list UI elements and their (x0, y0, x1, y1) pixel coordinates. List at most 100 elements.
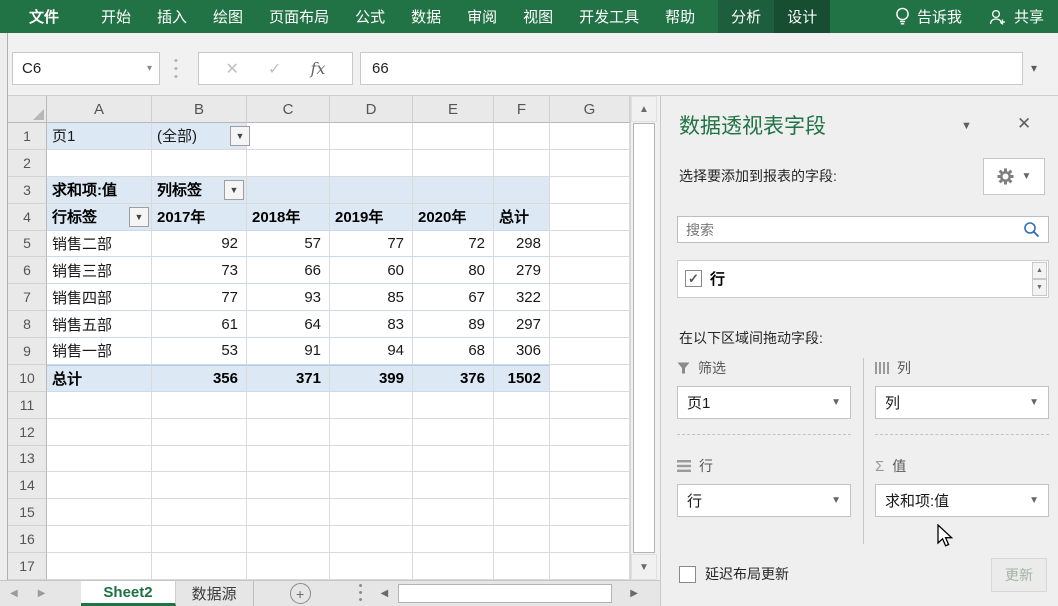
cell-G9[interactable] (550, 338, 630, 365)
horizontal-scroll-thumb[interactable] (398, 584, 612, 603)
cell-A4[interactable]: 行标签 ▼ (47, 203, 152, 231)
cell-B7[interactable]: 77 (152, 284, 247, 312)
cell-A3[interactable]: 求和项:值 (47, 176, 152, 204)
cell-E16[interactable] (413, 526, 494, 553)
expand-formula-bar-icon[interactable]: ▾ (1031, 61, 1037, 75)
cell-F9[interactable]: 306 (494, 338, 550, 365)
cell-C13[interactable] (247, 445, 330, 473)
cell-filter-dropdown-icon[interactable]: ▼ (224, 179, 244, 200)
cell-E17[interactable] (413, 553, 494, 580)
cell-F15[interactable] (494, 499, 550, 527)
tabbar-splitter[interactable]: • • • (359, 581, 363, 606)
cell-C1[interactable] (247, 123, 330, 150)
checkbox-checked-icon[interactable]: ✓ (685, 270, 702, 287)
cell-G11[interactable] (550, 391, 630, 419)
cell-B6[interactable]: 73 (152, 257, 247, 285)
cell-B2[interactable] (152, 149, 247, 177)
cell-F3[interactable] (494, 176, 550, 204)
row-header[interactable]: 2 (8, 149, 47, 177)
row-header[interactable]: 10 (8, 364, 47, 392)
field-item-row[interactable]: ✓ 行 (678, 261, 1048, 289)
column-header[interactable]: F (494, 96, 550, 123)
cell-G3[interactable] (550, 176, 630, 204)
row-header[interactable]: 13 (8, 445, 47, 473)
spin-up-icon[interactable]: ▲ (1032, 262, 1047, 279)
cell-E6[interactable]: 80 (413, 257, 494, 285)
cell-C14[interactable] (247, 472, 330, 500)
cell-A7[interactable]: 销售四部 (47, 284, 152, 312)
row-header[interactable]: 4 (8, 203, 47, 231)
cell-filter-dropdown-icon[interactable]: ▼ (129, 206, 149, 227)
cell-D8[interactable]: 83 (330, 311, 413, 338)
cell-G12[interactable] (550, 418, 630, 446)
cell-F10[interactable]: 1502 (494, 364, 550, 392)
cell-E13[interactable] (413, 445, 494, 473)
new-sheet-button[interactable]: + (289, 583, 311, 604)
values-area-item[interactable]: 求和项:值 ▼ (875, 484, 1049, 517)
horizontal-scrollbar[interactable]: ◀ ▶ (374, 581, 660, 606)
cell-F1[interactable] (494, 123, 550, 150)
row-header[interactable]: 7 (8, 284, 47, 312)
ribbon-tab[interactable]: 文件 (16, 0, 72, 33)
cell-D4[interactable]: 2019年 (330, 203, 413, 231)
cell-A17[interactable] (47, 553, 152, 580)
ribbon-tab[interactable]: 视图 (510, 0, 566, 33)
row-header[interactable]: 5 (8, 230, 47, 258)
cell-C7[interactable]: 93 (247, 284, 330, 312)
search-icon[interactable] (1023, 221, 1040, 238)
row-header[interactable]: 8 (8, 311, 47, 338)
cell-B4[interactable]: 2017年 (152, 203, 247, 231)
ribbon-tab[interactable]: 开始 (88, 0, 144, 33)
cell-F8[interactable]: 297 (494, 311, 550, 338)
cell-A16[interactable] (47, 526, 152, 553)
cell-C12[interactable] (247, 418, 330, 446)
row-header[interactable]: 15 (8, 499, 47, 527)
cell-G15[interactable] (550, 499, 630, 527)
cell-B11[interactable] (152, 391, 247, 419)
cell-A8[interactable]: 销售五部 (47, 311, 152, 338)
filters-area-item[interactable]: 页1 ▼ (677, 386, 851, 419)
columns-area-item[interactable]: 列 ▼ (875, 386, 1049, 419)
column-header[interactable]: E (413, 96, 494, 123)
cell-C9[interactable]: 91 (247, 338, 330, 365)
column-header[interactable]: C (247, 96, 330, 123)
cell-F5[interactable]: 298 (494, 230, 550, 258)
cell-F7[interactable]: 322 (494, 284, 550, 312)
cell-C4[interactable]: 2018年 (247, 203, 330, 231)
cell-F13[interactable] (494, 445, 550, 473)
prev-sheet-icon[interactable]: ◀ (0, 581, 28, 606)
cell-F12[interactable] (494, 418, 550, 446)
cell-B12[interactable] (152, 418, 247, 446)
field-list-spinner[interactable]: ▲ ▼ (1032, 262, 1047, 296)
ribbon-tab[interactable]: 公式 (342, 0, 398, 33)
cell-F4[interactable]: 总计 (494, 203, 550, 231)
rows-area-item[interactable]: 行 ▼ (677, 484, 851, 517)
cell-E3[interactable] (413, 176, 494, 204)
row-header[interactable]: 12 (8, 418, 47, 446)
row-header[interactable]: 11 (8, 391, 47, 419)
name-box-dropdown-icon[interactable]: ▾ (147, 63, 152, 74)
scroll-up-icon[interactable]: ▲ (631, 96, 657, 122)
cell-G16[interactable] (550, 526, 630, 553)
cell-B9[interactable]: 53 (152, 338, 247, 365)
cell-C3[interactable] (247, 176, 330, 204)
cancel-entry-icon[interactable]: ✕ (226, 59, 239, 79)
cell-B14[interactable] (152, 472, 247, 500)
cell-G8[interactable] (550, 311, 630, 338)
cell-A1[interactable]: 页1 (47, 123, 152, 150)
tab-design[interactable]: 设计 (774, 0, 831, 33)
cell-D1[interactable] (330, 123, 413, 150)
checkbox-unchecked-icon[interactable]: ✓ (679, 565, 696, 583)
ribbon-tab[interactable]: 页面布局 (256, 0, 342, 33)
formula-bar-splitter[interactable]: • • • (174, 56, 178, 83)
cell-G13[interactable] (550, 445, 630, 473)
cell-D5[interactable]: 77 (330, 230, 413, 258)
cell-G1[interactable] (550, 123, 630, 150)
tab-analyze[interactable]: 分析 (718, 0, 774, 33)
cell-G14[interactable] (550, 472, 630, 500)
confirm-entry-icon[interactable]: ✓ (268, 59, 281, 79)
cell-C8[interactable]: 64 (247, 311, 330, 338)
ribbon-tab[interactable]: 绘图 (200, 0, 256, 33)
cell-G6[interactable] (550, 257, 630, 285)
cell-C10[interactable]: 371 (247, 364, 330, 392)
